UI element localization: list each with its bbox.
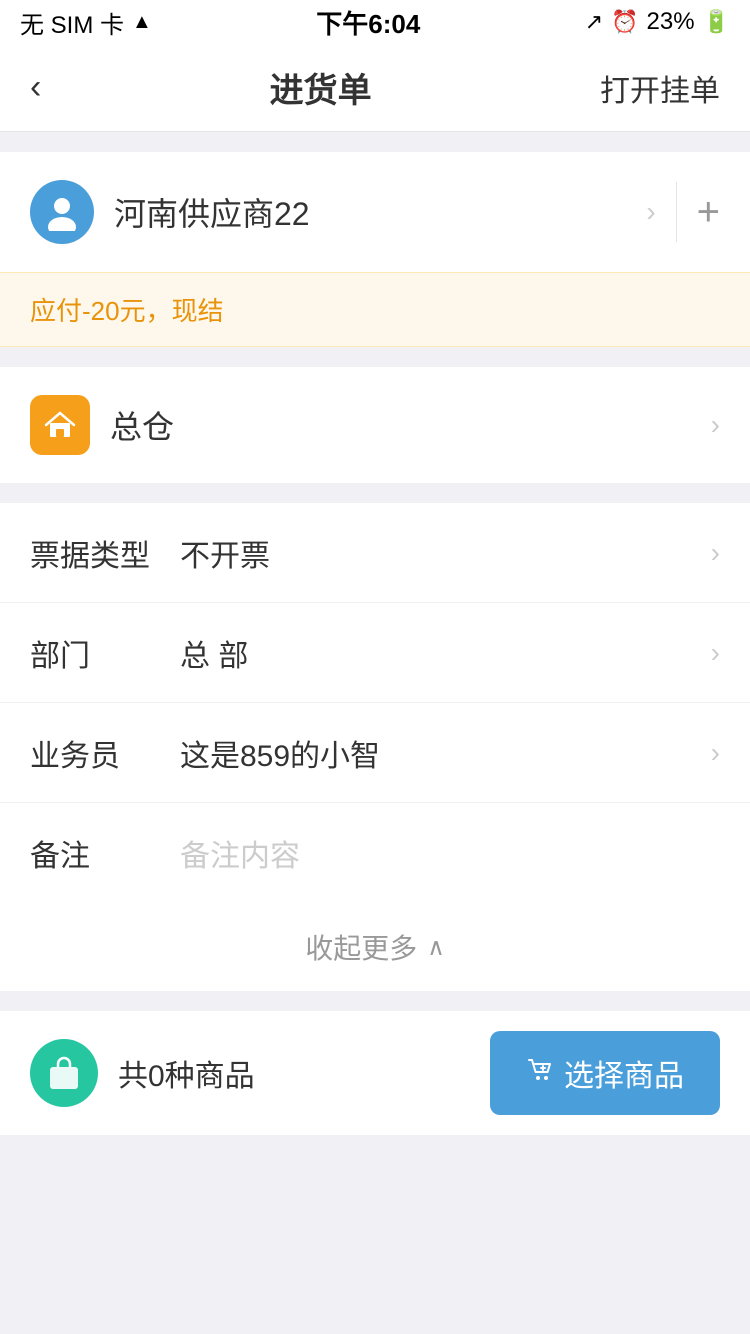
- person-icon: [43, 193, 81, 231]
- status-bar: 无 SIM 卡 ▲ 下午6:04 ↗ ⏰ 23% 🔋: [0, 0, 750, 44]
- wifi-icon: ▲: [132, 11, 152, 34]
- warehouse-chevron-icon: ›: [711, 409, 720, 441]
- product-bag-icon: [44, 1053, 84, 1093]
- notice-text: 应付-20元，现结: [30, 296, 224, 326]
- bottom-bar: 共0种商品 选择商品: [0, 1011, 750, 1135]
- invoice-type-row[interactable]: 票据类型 不开票 ›: [0, 503, 750, 603]
- department-label: 部门: [30, 631, 160, 675]
- open-pending-button[interactable]: 打开挂单: [600, 66, 720, 110]
- warehouse-icon-wrap: [30, 395, 90, 455]
- status-right: ↗ ⏰ 23% 🔋: [585, 8, 730, 36]
- invoice-type-value: 不开票: [160, 531, 711, 575]
- remark-label: 备注: [30, 831, 160, 875]
- product-count-label: 共0种商品: [118, 1051, 490, 1095]
- section-divider-1: [0, 132, 750, 152]
- warehouse-name: 总仓: [110, 402, 711, 448]
- carrier-text: 无 SIM 卡: [20, 5, 124, 40]
- product-icon-wrap: [30, 1039, 98, 1107]
- battery-icon: 🔋: [703, 9, 730, 35]
- warehouse-section: 总仓 ›: [0, 367, 750, 483]
- supplier-avatar: [30, 180, 94, 244]
- warehouse-row[interactable]: 总仓 ›: [0, 367, 750, 483]
- supplier-name: 河南供应商22: [114, 189, 646, 235]
- collapse-button[interactable]: 收起更多 ∧: [0, 903, 750, 991]
- remark-input[interactable]: 备注内容: [160, 831, 720, 875]
- nav-bar: ‹ 进货单 打开挂单: [0, 44, 750, 132]
- salesperson-row[interactable]: 业务员 这是859的小智 ›: [0, 703, 750, 803]
- form-section: 票据类型 不开票 › 部门 总 部 › 业务员 这是859的小智 › 备注 备注…: [0, 503, 750, 991]
- select-product-button[interactable]: 选择商品: [490, 1031, 720, 1115]
- salesperson-value: 这是859的小智: [160, 731, 711, 775]
- vertical-divider: [676, 182, 677, 242]
- cart-icon: [526, 1056, 554, 1091]
- salesperson-label: 业务员: [30, 731, 160, 775]
- select-product-label: 选择商品: [564, 1051, 684, 1095]
- back-button[interactable]: ‹: [30, 68, 41, 107]
- page-title: 进货单: [270, 63, 372, 112]
- section-divider-3: [0, 483, 750, 503]
- invoice-type-label: 票据类型: [30, 531, 160, 575]
- supplier-section: 河南供应商22 › + 应付-20元，现结: [0, 152, 750, 347]
- battery-text: 23%: [647, 8, 695, 36]
- add-supplier-button[interactable]: +: [697, 190, 720, 235]
- location-icon: ↗: [585, 9, 603, 35]
- invoice-type-chevron: ›: [711, 537, 720, 569]
- supplier-chevron-icon: ›: [646, 196, 655, 228]
- supplier-right-section: › +: [646, 182, 720, 242]
- status-left: 无 SIM 卡 ▲: [20, 5, 152, 40]
- notice-banner: 应付-20元，现结: [0, 272, 750, 347]
- remark-row[interactable]: 备注 备注内容: [0, 803, 750, 903]
- section-divider-2: [0, 347, 750, 367]
- warehouse-icon: [42, 407, 78, 443]
- alarm-icon: ⏰: [611, 9, 638, 35]
- department-row[interactable]: 部门 总 部 ›: [0, 603, 750, 703]
- collapse-label: 收起更多: [305, 927, 417, 967]
- collapse-arrow-icon: ∧: [427, 933, 445, 962]
- department-value: 总 部: [160, 631, 711, 675]
- status-time: 下午6:04: [316, 4, 420, 41]
- supplier-row[interactable]: 河南供应商22 › +: [0, 152, 750, 272]
- salesperson-chevron: ›: [711, 737, 720, 769]
- department-chevron: ›: [711, 637, 720, 669]
